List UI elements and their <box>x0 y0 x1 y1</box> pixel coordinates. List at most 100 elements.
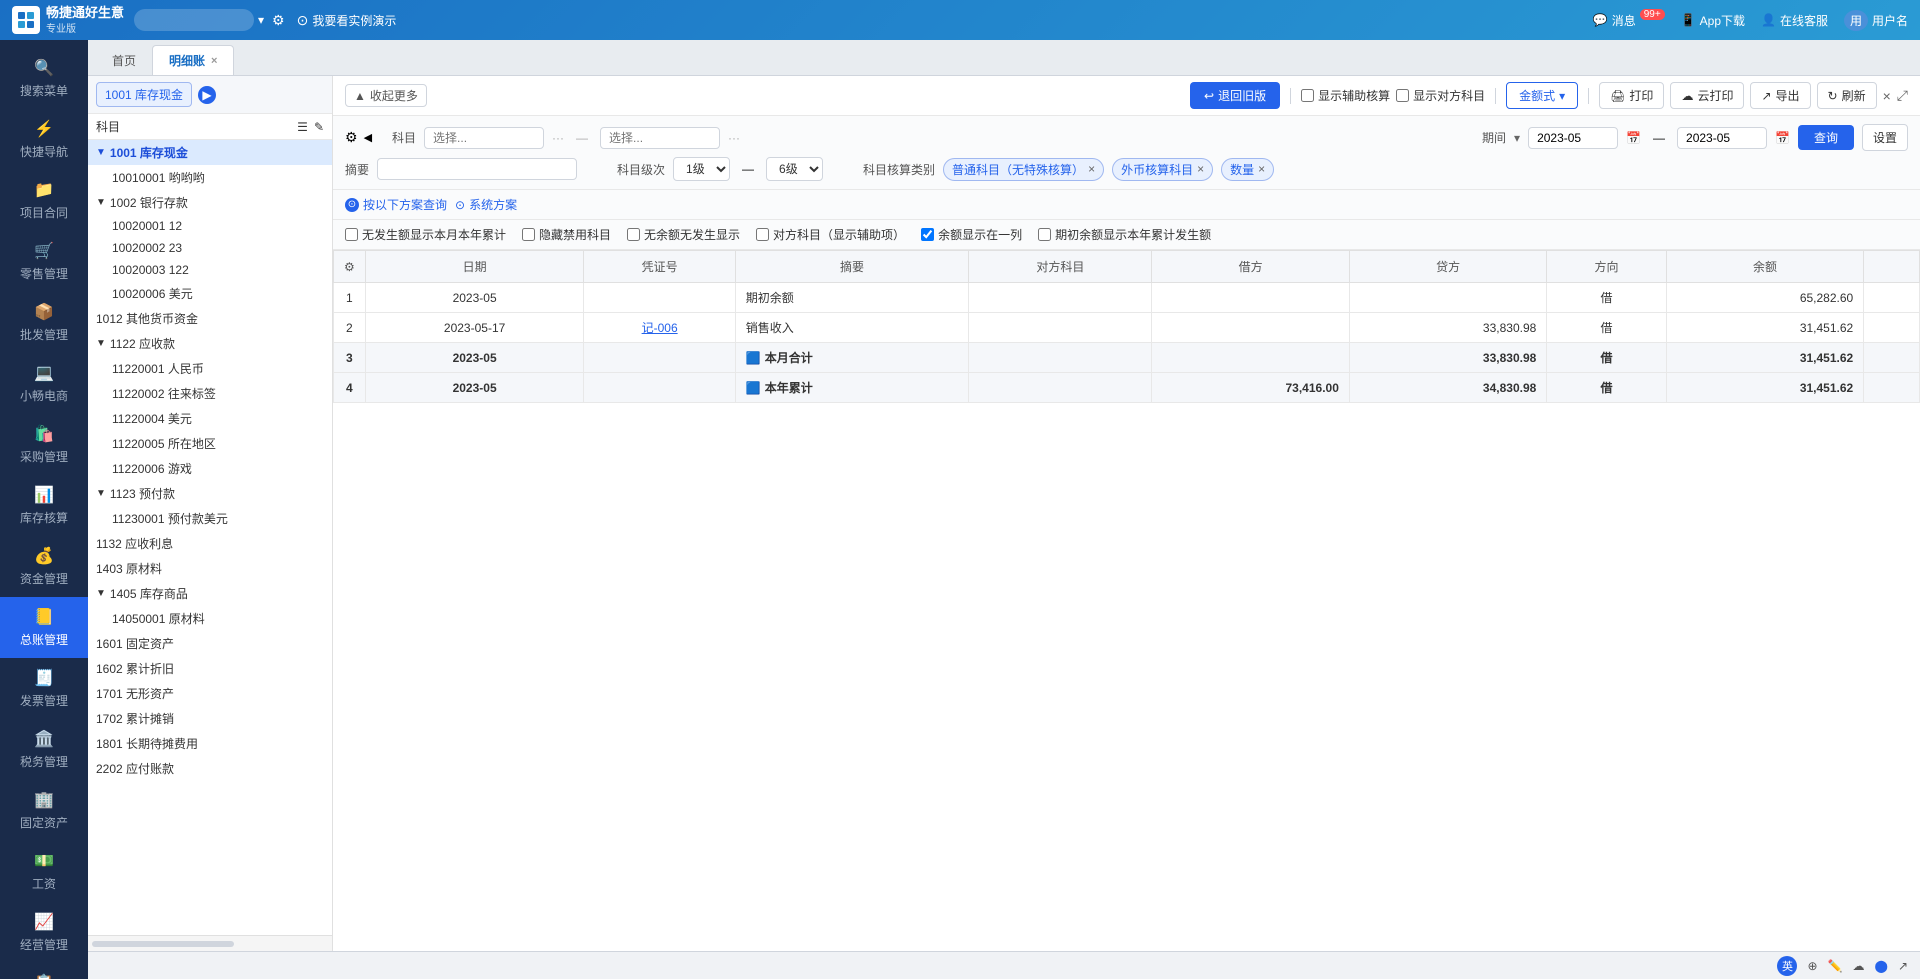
tree-item-10020003[interactable]: 10020003 122 <box>104 259 332 281</box>
panel-close-btn[interactable]: × <box>1883 88 1891 104</box>
period-start-input[interactable] <box>1528 127 1618 149</box>
no-zero-checkbox[interactable] <box>627 228 640 241</box>
tree-item-11220001[interactable]: 11220001 人民币 <box>104 356 332 381</box>
filter-settings-icon[interactable]: ⚙ <box>345 129 358 146</box>
tree-item-1403[interactable]: 1403 原材料 <box>88 556 332 581</box>
query-btn[interactable]: 查询 <box>1798 125 1854 150</box>
demo-link[interactable]: ⊙ 我要看实例演示 <box>297 12 397 29</box>
tag-qty-close[interactable]: × <box>1258 162 1265 176</box>
show-contra-checkbox[interactable] <box>1396 89 1409 102</box>
sidebar-item-sales[interactable]: 📋 小畅报销 <box>0 963 88 979</box>
tag-normal-close[interactable]: × <box>1088 162 1095 176</box>
tree-view-icon[interactable]: ✎ <box>314 120 324 134</box>
sidebar-item-assets[interactable]: 🏢 固定资产 <box>0 780 88 841</box>
sidebar-item-tax[interactable]: 🏛️ 税务管理 <box>0 719 88 780</box>
app-download-btn[interactable]: 📱 App下载 <box>1681 12 1745 29</box>
sidebar-item-ledger[interactable]: 📒 总账管理 <box>0 597 88 658</box>
hide-disabled-label[interactable]: 隐藏禁用科目 <box>522 226 611 243</box>
top-search-input[interactable] <box>134 9 254 31</box>
return-old-btn[interactable]: ↩ 退回旧版 <box>1190 82 1280 109</box>
level-end-select[interactable]: 6级 <box>766 157 823 181</box>
show-contra-checkbox-label[interactable]: 显示对方科目 <box>1396 87 1485 104</box>
sidebar-item-project[interactable]: 📁 项目合同 <box>0 170 88 231</box>
collapse-btn[interactable]: ▲ 收起更多 <box>345 84 427 107</box>
tab-close-icon[interactable]: × <box>211 55 217 67</box>
tree-item-1122[interactable]: ▼ 1122 应收款 <box>88 331 332 356</box>
amount-format-btn[interactable]: 金额式 ▾ <box>1506 82 1578 109</box>
summary-input[interactable] <box>377 158 577 180</box>
period-calendar-icon1[interactable]: 📅 <box>1626 131 1641 145</box>
hide-disabled-checkbox[interactable] <box>522 228 535 241</box>
tab-detail[interactable]: 明细账 × <box>152 45 234 75</box>
panel-maximize-btn[interactable]: ⤢ <box>1897 87 1908 104</box>
user-avatar[interactable]: 用 用户名 <box>1844 10 1908 31</box>
tree-item-1801[interactable]: 1801 长期待摊费用 <box>88 731 332 756</box>
sidebar-item-salary[interactable]: 💵 工资 <box>0 841 88 902</box>
tree-item-10010001[interactable]: 10010001 哟哟哟 <box>104 165 332 190</box>
tree-item-11220005[interactable]: 11220005 所在地区 <box>104 431 332 456</box>
sidebar-item-ecommerce[interactable]: 💻 小畅电商 <box>0 353 88 414</box>
voucher-link[interactable]: 记-006 <box>642 321 678 335</box>
no-zero-label[interactable]: 无余额无发生显示 <box>627 226 740 243</box>
period-dropdown-icon[interactable]: ▾ <box>1514 131 1520 145</box>
tree-item-1702[interactable]: 1702 累计摊销 <box>88 706 332 731</box>
tree-item-10020002[interactable]: 10020002 23 <box>104 237 332 259</box>
subject-filter-input[interactable] <box>424 127 544 149</box>
tree-item-1123[interactable]: ▼ 1123 预付款 <box>88 481 332 506</box>
period-calendar-icon2[interactable]: 📅 <box>1775 131 1790 145</box>
show-ytd-label[interactable]: 期初余额显示本年累计发生额 <box>1038 226 1211 243</box>
tree-item-10020001[interactable]: 10020001 12 <box>104 215 332 237</box>
tree-item-1132[interactable]: 1132 应收利息 <box>88 531 332 556</box>
tab-home[interactable]: 首页 <box>96 46 152 75</box>
list-view-icon[interactable]: ☰ <box>297 120 308 134</box>
show-ytd-checkbox[interactable] <box>1038 228 1051 241</box>
online-service-btn[interactable]: 👤 在线客服 <box>1761 12 1828 29</box>
refresh-btn[interactable]: ↻ 刷新 <box>1817 82 1877 109</box>
setting-btn[interactable]: 设置 <box>1862 124 1908 151</box>
tree-item-1405[interactable]: ▼ 1405 库存商品 <box>88 581 332 606</box>
level-start-select[interactable]: 1级 <box>673 157 730 181</box>
tree-item-2202[interactable]: 2202 应付账款 <box>88 756 332 781</box>
sidebar-item-search[interactable]: 🔍 搜索菜单 <box>0 48 88 109</box>
tree-item-1002[interactable]: ▼ 1002 银行存款 <box>88 190 332 215</box>
status-dot-btn[interactable]: ⬤ <box>1875 959 1888 973</box>
balance-one-col-label[interactable]: 余额显示在一列 <box>921 226 1022 243</box>
sidebar-item-capital[interactable]: 💰 资金管理 <box>0 536 88 597</box>
show-aux-checkbox-label[interactable]: 显示辅助核算 <box>1301 87 1390 104</box>
status-edit-btn[interactable]: ✏️ <box>1828 959 1843 973</box>
account-badge[interactable]: 1001 库存现金 <box>96 82 192 107</box>
search-chevron-icon[interactable]: ▾ <box>258 13 264 27</box>
status-arrow-btn[interactable]: ↗ <box>1898 959 1908 973</box>
status-add-btn[interactable]: ⊕ <box>1807 959 1817 973</box>
filter-collapse-arrow[interactable]: ◀ <box>364 131 372 144</box>
tree-item-11220004[interactable]: 11220004 美元 <box>104 406 332 431</box>
status-lang-btn[interactable]: 英 <box>1777 956 1797 976</box>
sidebar-item-inventory[interactable]: 📊 库存核算 <box>0 475 88 536</box>
show-aux-checkbox[interactable] <box>1301 89 1314 102</box>
tree-item-1701[interactable]: 1701 无形资产 <box>88 681 332 706</box>
show-contra2-label[interactable]: 对方科目（显示辅助项） <box>756 226 905 243</box>
subject-filter-input2[interactable] <box>600 127 720 149</box>
settings-gear-icon[interactable]: ⚙ <box>272 12 285 29</box>
sidebar-item-wholesale[interactable]: 📦 批发管理 <box>0 292 88 353</box>
sidebar-item-quick[interactable]: ⚡ 快捷导航 <box>0 109 88 170</box>
expand-btn[interactable]: ▶ <box>198 86 216 104</box>
tree-item-10020006[interactable]: 10020006 美元 <box>104 281 332 306</box>
period-end-input[interactable] <box>1677 127 1767 149</box>
tag-foreign-close[interactable]: × <box>1197 162 1204 176</box>
tree-item-11220002[interactable]: 11220002 往来标签 <box>104 381 332 406</box>
tree-scrollbar[interactable] <box>88 935 332 951</box>
sidebar-item-purchase[interactable]: 🛍️ 采购管理 <box>0 414 88 475</box>
cloud-print-btn[interactable]: ☁ 云打印 <box>1670 82 1744 109</box>
tree-item-1602[interactable]: 1602 累计折旧 <box>88 656 332 681</box>
tree-item-1001[interactable]: ▼ 1001 库存现金 <box>88 140 332 165</box>
tree-item-11220006[interactable]: 11220006 游戏 <box>104 456 332 481</box>
row2-voucher[interactable]: 记-006 <box>584 313 735 343</box>
tree-item-1012[interactable]: 1012 其他货币资金 <box>88 306 332 331</box>
sidebar-item-retail[interactable]: 🛒 零售管理 <box>0 231 88 292</box>
no-balance-label[interactable]: 无发生额显示本月本年累计 <box>345 226 506 243</box>
balance-one-col-checkbox[interactable] <box>921 228 934 241</box>
message-btn[interactable]: 💬 消息 99+ <box>1593 12 1665 29</box>
export-btn[interactable]: ↗ 导出 <box>1750 82 1810 109</box>
print-btn[interactable]: 🖨 打印 <box>1599 82 1664 109</box>
